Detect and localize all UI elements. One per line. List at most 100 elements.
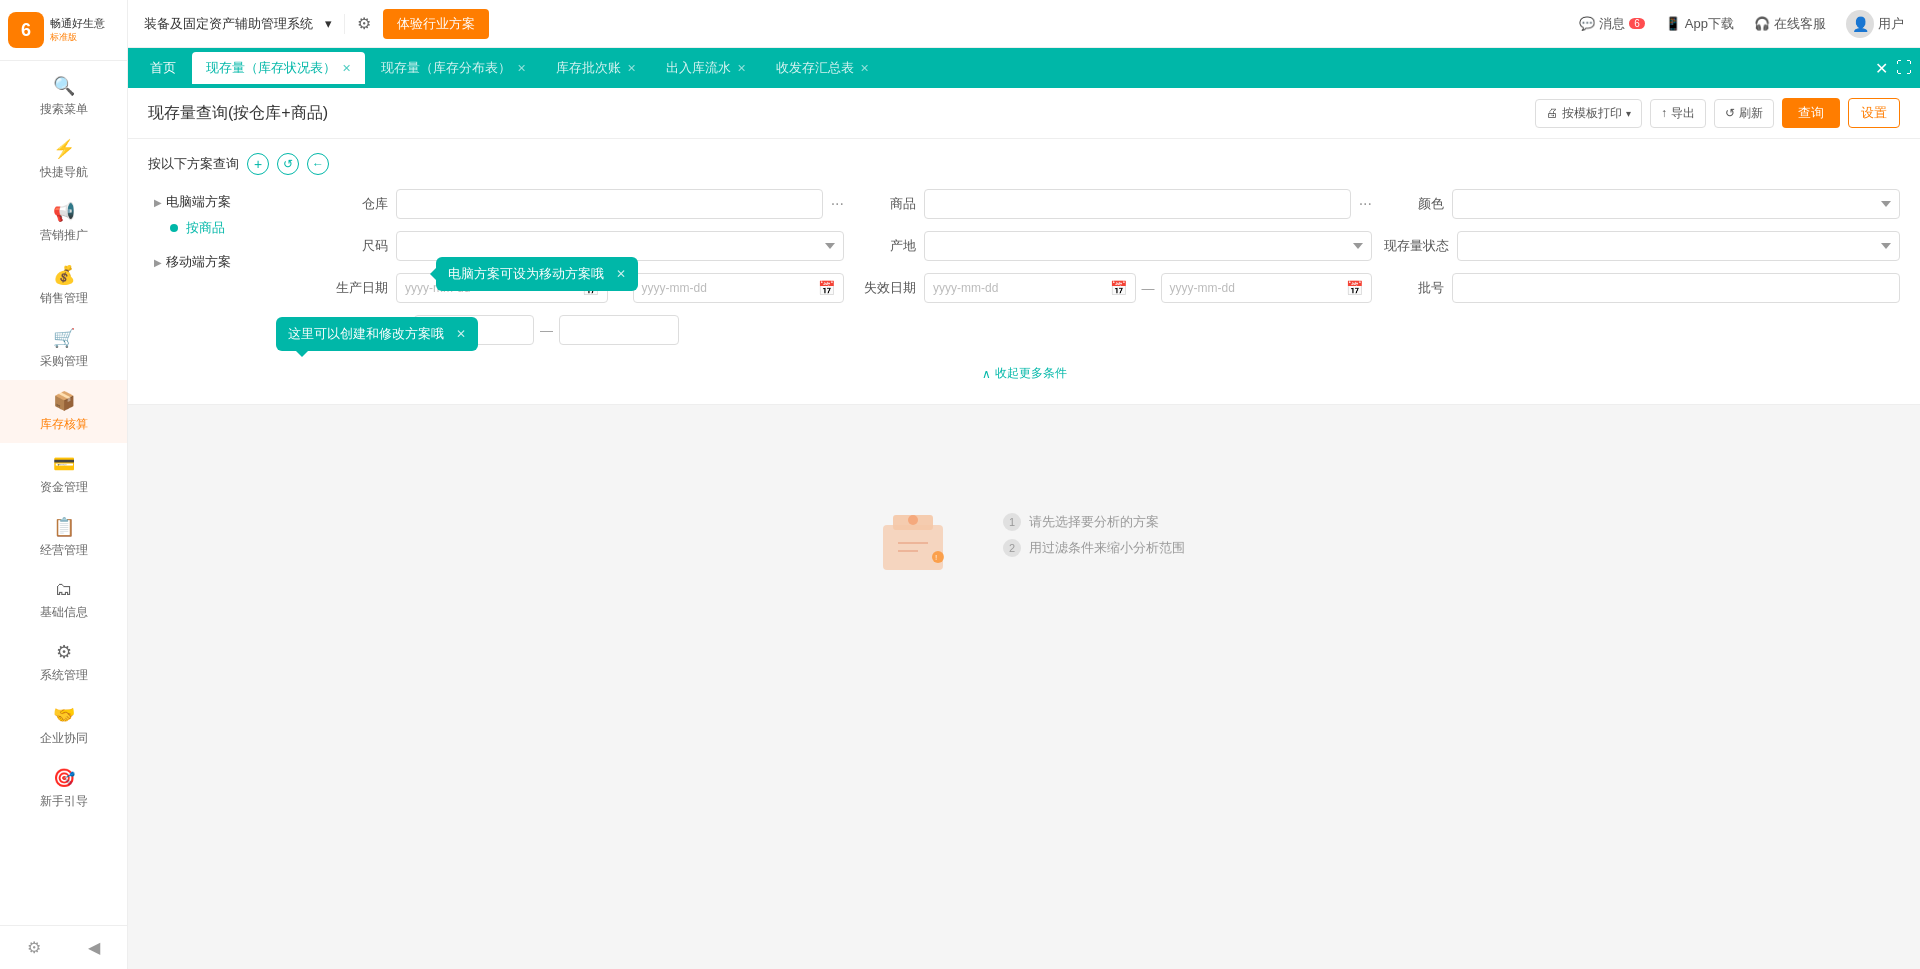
calendar-icon-4: 📅 [1346,280,1363,296]
sidebar-item-enterprise[interactable]: 🤝 企业协同 [0,694,127,757]
filter-back-btn[interactable]: ← [307,153,329,175]
page-title: 现存量查询(按仓库+商品) [148,103,328,124]
prod-date-end[interactable]: yyyy-mm-dd 📅 [633,273,845,303]
topbar-settings-icon[interactable]: ⚙ [357,14,371,33]
tab-close-inventory-status[interactable]: ✕ [342,62,351,75]
scheme-item-mobile[interactable]: ▶ 移动端方案 [148,249,308,275]
sidebar-item-marketing[interactable]: 📢 营销推广 [0,191,127,254]
export-btn[interactable]: ↑ 导出 [1650,99,1706,128]
prod-date-label: 生产日期 [328,279,388,297]
warehouse-label: 仓库 [328,195,388,213]
tab-inventory-dist[interactable]: 现存量（库存分布表） ✕ [367,52,540,84]
close-all-tabs-icon[interactable]: ✕ [1875,59,1888,78]
color-label: 颜色 [1384,195,1444,213]
qty-range: — [414,315,848,345]
sidebar-item-basic[interactable]: 🗂 基础信息 [0,569,127,631]
sidebar-item-sales[interactable]: 💰 销售管理 [0,254,127,317]
product-label: 商品 [856,195,916,213]
box-icon: 📦 [53,390,75,412]
sidebar-item-label: 快捷导航 [40,164,88,181]
scheme-item-pc[interactable]: ▶ 电脑端方案 [148,189,308,215]
collapse-sidebar-btn[interactable]: ◀ [88,938,100,957]
color-select[interactable] [1452,189,1900,219]
tab-flow[interactable]: 出入库流水 ✕ [652,52,760,84]
sidebar-item-guide[interactable]: 🎯 新手引导 [0,757,127,820]
collapse-bar[interactable]: ∧ 收起更多条件 [148,357,1900,390]
status-select[interactable] [1457,231,1900,261]
filter-refresh-btn[interactable]: ↺ [277,153,299,175]
tab-close-batch[interactable]: ✕ [627,62,636,75]
filter-add-scheme-btn[interactable]: + [247,153,269,175]
tooltip-pc-close[interactable]: ✕ [616,267,626,281]
messages-btn[interactable]: 💬 消息 6 [1579,15,1645,33]
tab-close-summary[interactable]: ✕ [860,62,869,75]
settings-footer-btn[interactable]: ⚙ [27,938,41,957]
tab-batch[interactable]: 库存批次账 ✕ [542,52,650,84]
megaphone-icon: 📢 [53,201,75,223]
topbar-right: 💬 消息 6 📱 App下载 🎧 在线客服 👤 用户 [1579,10,1904,38]
cart-icon: 🛒 [53,327,75,349]
origin-select[interactable] [924,231,1372,261]
trial-button[interactable]: 体验行业方案 [383,9,489,39]
handshake-icon: 🤝 [53,704,75,726]
logo-badge: 标准版 [50,31,105,44]
sidebar-item-label: 基础信息 [40,604,88,621]
topbar-divider [344,14,345,34]
expire-date-label: 失效日期 [856,279,916,297]
chevron-right-icon: ▶ [154,197,162,208]
refresh-icon: ↺ [1725,106,1735,120]
sidebar-item-system[interactable]: ⚙ 系统管理 [0,631,127,694]
tooltip-create-close[interactable]: ✕ [456,327,466,341]
sidebar-item-inventory[interactable]: 📦 库存核算 [0,380,127,443]
online-service-btn[interactable]: 🎧 在线客服 [1754,15,1826,33]
sidebar-item-label: 系统管理 [40,667,88,684]
query-button[interactable]: 查询 [1782,98,1840,128]
sidebar-item-purchase[interactable]: 🛒 采购管理 [0,317,127,380]
fullscreen-icon[interactable]: ⛶ [1896,59,1912,77]
tab-close-inventory-dist[interactable]: ✕ [517,62,526,75]
system-dropdown[interactable]: ▾ [325,16,332,31]
refresh-btn[interactable]: ↺ 刷新 [1714,99,1774,128]
tab-inventory-status[interactable]: 现存量（库存状况表） ✕ [192,52,365,84]
warehouse-input[interactable] [396,189,823,219]
print-btn[interactable]: 🖨 按模板打印 ▾ [1535,99,1642,128]
gear-icon: ⚙ [56,641,72,663]
settings-button[interactable]: 设置 [1848,98,1900,128]
more-options-icon-2[interactable]: ··· [1359,195,1372,213]
more-options-icon[interactable]: ··· [831,195,844,213]
user-menu[interactable]: 👤 用户 [1846,10,1904,38]
sidebar-item-nav[interactable]: ⚡ 快捷导航 [0,128,127,191]
expire-date-end[interactable]: yyyy-mm-dd 📅 [1161,273,1373,303]
sidebar-nav: 🔍 搜索菜单 ⚡ 快捷导航 📢 营销推广 💰 销售管理 🛒 采购管理 📦 库存核… [0,61,127,925]
sidebar-item-label: 搜索菜单 [40,101,88,118]
message-icon: 💬 [1579,16,1595,31]
filter-row-4: 现存量（主） — [328,315,1900,345]
sidebar-item-operations[interactable]: 📋 经营管理 [0,506,127,569]
filter-row-1: 仓库 ··· 商品 ··· 颜色 [328,189,1900,219]
sidebar-item-search[interactable]: 🔍 搜索菜单 [0,65,127,128]
tab-home[interactable]: 首页 [136,52,190,84]
print-icon: 🖨 [1546,106,1558,120]
scheme-item-pc-sub[interactable]: 按商品 [148,215,308,241]
product-input[interactable] [924,189,1351,219]
sidebar-item-label: 营销推广 [40,227,88,244]
tab-summary[interactable]: 收发存汇总表 ✕ [762,52,883,84]
status-label: 现存量状态 [1384,237,1449,255]
user-avatar: 👤 [1846,10,1874,38]
tabbar-right: ✕ ⛶ [1875,59,1912,78]
empty-step-2: 2 用过滤条件来缩小分析范围 [1003,539,1185,557]
clipboard-icon: 📋 [53,516,75,538]
sidebar-item-finance[interactable]: 💳 资金管理 [0,443,127,506]
page-actions: 🖨 按模板打印 ▾ ↑ 导出 ↺ 刷新 查询 设置 [1535,98,1900,128]
calendar-icon-3: 📅 [1110,280,1127,296]
topbar: 装备及固定资产辅助管理系统 ▾ ⚙ 体验行业方案 💬 消息 6 📱 App下载 … [128,0,1920,48]
batch-input[interactable] [1452,273,1900,303]
qty-max[interactable] [559,315,679,345]
logo-area: 6 畅通好生意 标准版 [0,0,127,61]
chevron-up-icon: ∧ [982,367,991,381]
app-download-btn[interactable]: 📱 App下载 [1665,15,1734,33]
tab-close-flow[interactable]: ✕ [737,62,746,75]
expire-date-start[interactable]: yyyy-mm-dd 📅 [924,273,1136,303]
headset-icon: 🎧 [1754,16,1770,31]
target-icon: 🎯 [53,767,75,789]
